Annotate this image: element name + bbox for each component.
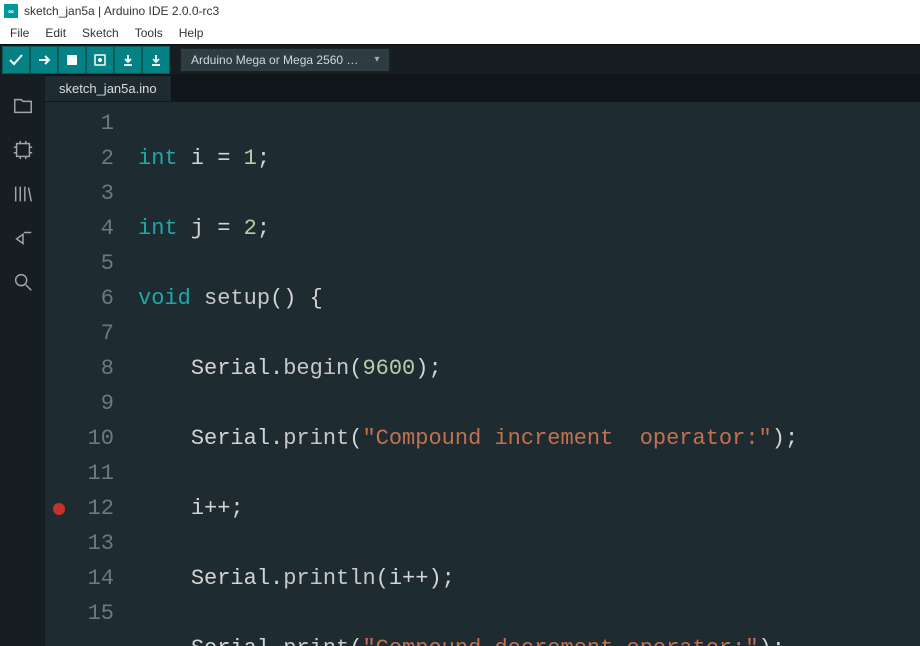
boards-manager-icon[interactable]: [0, 128, 45, 172]
activity-bar: [0, 74, 45, 646]
explorer-icon[interactable]: [0, 84, 45, 128]
menu-edit[interactable]: Edit: [37, 23, 74, 43]
board-selector-label: Arduino Mega or Mega 2560 …: [191, 53, 358, 67]
window-titlebar: ∞ sketch_jan5a | Arduino IDE 2.0.0-rc3: [0, 0, 920, 22]
menu-tools[interactable]: Tools: [127, 23, 171, 43]
line-number: 14: [45, 561, 114, 596]
arduino-app-icon: ∞: [4, 4, 18, 18]
line-number: 4: [45, 211, 114, 246]
window-title: sketch_jan5a | Arduino IDE 2.0.0-rc3: [24, 4, 219, 18]
download-alt-button[interactable]: [142, 46, 170, 74]
line-number: 11: [45, 456, 114, 491]
line-number: 7: [45, 316, 114, 351]
chevron-down-icon: ▾: [374, 54, 379, 65]
debug-button[interactable]: [58, 46, 86, 74]
debug-step-button[interactable]: [86, 46, 114, 74]
line-number: 13: [45, 526, 114, 561]
line-number: 2: [45, 141, 114, 176]
search-icon[interactable]: [0, 260, 45, 304]
line-number: 15: [45, 596, 114, 631]
line-number: 10: [45, 421, 114, 456]
workspace: sketch_jan5a.ino 1 2 3 4 5 6 7 8 9 10 11…: [0, 74, 920, 646]
menu-sketch[interactable]: Sketch: [74, 23, 127, 43]
verify-button[interactable]: [2, 46, 30, 74]
code-content[interactable]: int i = 1; int j = 2; void setup() { Ser…: [130, 102, 798, 646]
debug-icon[interactable]: [0, 216, 45, 260]
tab-bar: sketch_jan5a.ino: [45, 74, 920, 102]
line-number: 5: [45, 246, 114, 281]
menubar: File Edit Sketch Tools Help: [0, 22, 920, 44]
code-editor[interactable]: 1 2 3 4 5 6 7 8 9 10 11 12 13 14 15 int …: [45, 102, 920, 646]
upload-button[interactable]: [30, 46, 58, 74]
board-selector[interactable]: Arduino Mega or Mega 2560 … ▾: [180, 48, 390, 72]
line-number: 6: [45, 281, 114, 316]
download-button[interactable]: [114, 46, 142, 74]
line-number: 9: [45, 386, 114, 421]
line-number: 1: [45, 106, 114, 141]
menu-file[interactable]: File: [2, 23, 37, 43]
line-gutter: 1 2 3 4 5 6 7 8 9 10 11 12 13 14 15: [45, 102, 130, 646]
tab-file[interactable]: sketch_jan5a.ino: [45, 76, 172, 101]
menu-help[interactable]: Help: [171, 23, 212, 43]
library-manager-icon[interactable]: [0, 172, 45, 216]
line-number: 8: [45, 351, 114, 386]
toolbar: Arduino Mega or Mega 2560 … ▾: [0, 44, 920, 74]
editor-area: sketch_jan5a.ino 1 2 3 4 5 6 7 8 9 10 11…: [45, 74, 920, 646]
line-number: 3: [45, 176, 114, 211]
line-number-breakpoint[interactable]: 12: [45, 491, 114, 526]
